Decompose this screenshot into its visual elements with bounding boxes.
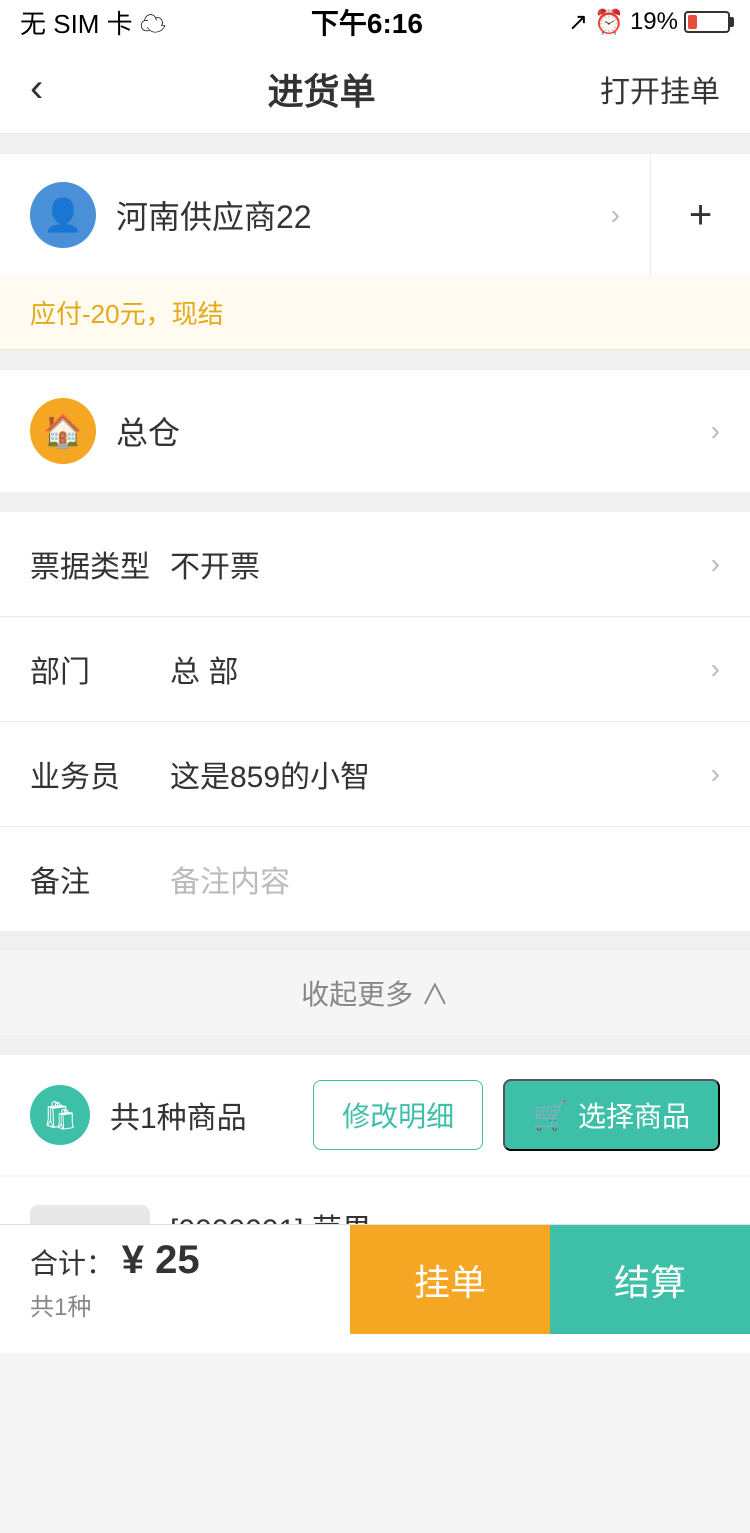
bottom-bar: 合计： ¥ 25 共1种 挂单 结算: [0, 1224, 750, 1334]
chevron-right-icon-warehouse: ›: [711, 415, 720, 447]
collapse-button[interactable]: 收起更多 ∧: [0, 951, 750, 1035]
battery-text: 19%: [630, 8, 678, 36]
select-product-label: 选择商品: [578, 1095, 690, 1135]
remark-label: 备注: [30, 857, 170, 901]
battery-icon: [684, 11, 730, 33]
total-row: 合计： ¥ 25: [30, 1238, 320, 1283]
bag-icon: 🛍: [42, 1099, 78, 1132]
department-value: 总 部: [170, 647, 711, 691]
open-pending-button[interactable]: 打开挂单: [600, 67, 720, 111]
status-time: 下午6:16: [311, 2, 423, 42]
nav-bar: ‹ 进货单 打开挂单: [0, 44, 750, 134]
hang-order-button[interactable]: 挂单: [350, 1225, 550, 1334]
checkout-button[interactable]: 结算: [550, 1225, 750, 1334]
total-prefix: 合计：: [30, 1248, 114, 1279]
salesperson-value: 这是859的小智: [170, 752, 711, 796]
notice-text: 应付-20元，现结: [30, 299, 224, 329]
bottom-gap: [0, 1353, 750, 1533]
edit-detail-button[interactable]: 修改明细: [313, 1080, 483, 1150]
section-gap-1: [0, 134, 750, 154]
signal-text: 无 SIM 卡 ☁: [20, 4, 166, 41]
status-bar: 无 SIM 卡 ☁ 下午6:16 ↗ ⏰ 19%: [0, 0, 750, 44]
chevron-right-icon-dept: ›: [711, 653, 720, 685]
back-button[interactable]: ‹: [30, 66, 43, 111]
collapse-label: 收起更多 ∧: [301, 973, 449, 1013]
select-product-button[interactable]: 🛒 选择商品: [503, 1079, 720, 1151]
status-right: ↗ ⏰ 19%: [568, 8, 730, 37]
warehouse-icon: 🏠: [30, 398, 96, 464]
supplier-row[interactable]: 👤 河南供应商22 ›: [0, 154, 650, 276]
department-label: 部门: [30, 647, 170, 691]
chevron-right-icon: ›: [611, 199, 620, 231]
supplier-avatar: 👤: [30, 182, 96, 248]
salesperson-label: 业务员: [30, 752, 170, 796]
cart-icon: 🛒: [533, 1099, 568, 1132]
warehouse-row[interactable]: 🏠 总仓 ›: [0, 370, 750, 492]
section-gap-2: [0, 350, 750, 370]
section-gap-3: [0, 492, 750, 512]
supplier-add-button[interactable]: +: [650, 154, 750, 276]
warehouse-name: 总仓: [116, 408, 691, 454]
total-section: 合计： ¥ 25 共1种: [0, 1225, 350, 1334]
home-icon: 🏠: [43, 412, 83, 450]
status-left: 无 SIM 卡 ☁: [20, 4, 166, 41]
alarm-icon: ⏰: [594, 8, 624, 37]
salesperson-row[interactable]: 业务员 这是859的小智 ›: [0, 722, 750, 826]
ticket-type-value: 不开票: [170, 542, 711, 586]
section-gap-5: [0, 1035, 750, 1055]
ticket-type-row[interactable]: 票据类型 不开票 ›: [0, 512, 750, 616]
chevron-right-icon-ticket: ›: [711, 548, 720, 580]
product-count-icon: 🛍: [30, 1085, 90, 1145]
avatar-icon: 👤: [43, 196, 83, 234]
ticket-type-label: 票据类型: [30, 542, 170, 586]
department-row[interactable]: 部门 总 部 ›: [0, 617, 750, 721]
section-gap-4: [0, 931, 750, 951]
supplier-section: 👤 河南供应商22 › +: [0, 154, 750, 276]
notice-bar: 应付-20元，现结: [0, 276, 750, 350]
total-count: 共1种: [30, 1287, 320, 1322]
location-icon: ↗: [568, 8, 588, 37]
product-header: 🛍 共1种商品 修改明细 🛒 选择商品: [0, 1055, 750, 1175]
supplier-name: 河南供应商22: [116, 192, 591, 238]
total-amount: ¥ 25: [122, 1238, 200, 1282]
page-title: 进货单: [268, 63, 376, 115]
remark-value: 备注内容: [170, 857, 720, 901]
chevron-right-icon-sales: ›: [711, 758, 720, 790]
remark-row[interactable]: 备注 备注内容: [0, 827, 750, 931]
product-count-label: 共1种商品: [110, 1093, 293, 1137]
